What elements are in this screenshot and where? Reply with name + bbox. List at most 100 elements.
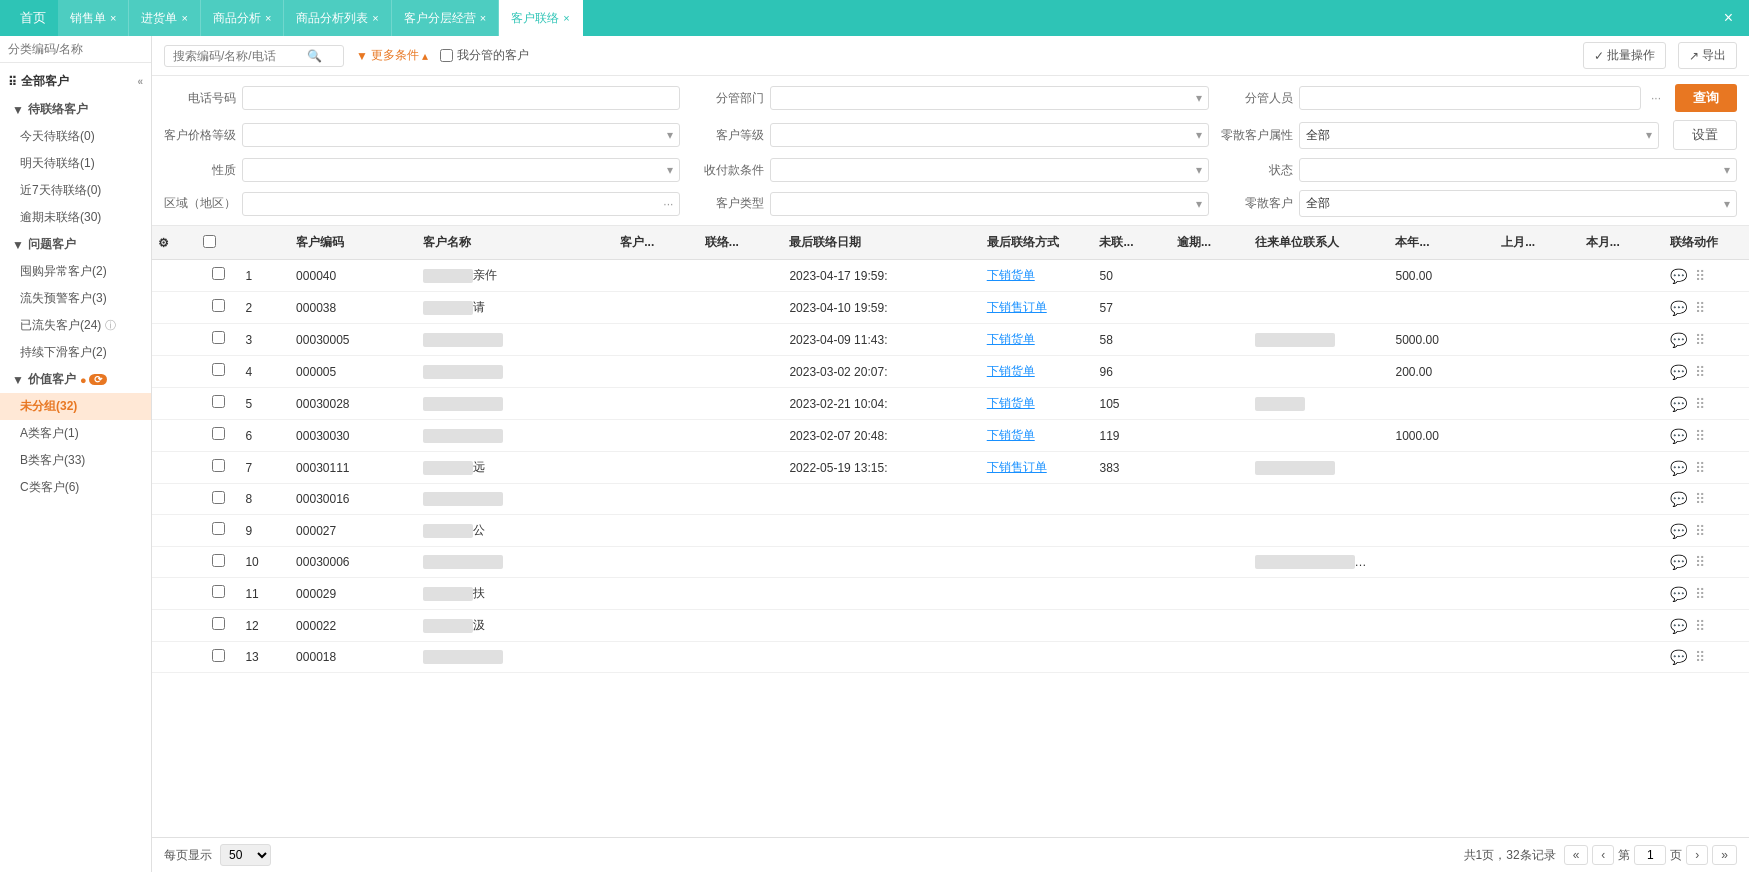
dots-icon[interactable]: ··· — [1651, 91, 1661, 105]
nav-tab-sales[interactable]: 销售单 × — [58, 0, 129, 36]
chat-icon[interactable]: 💬 — [1670, 618, 1687, 634]
collapse-icon[interactable]: « — [137, 76, 143, 87]
region-select[interactable]: ··· — [242, 192, 680, 216]
row-checkbox[interactable] — [197, 420, 239, 447]
nav-tab-customer-contact[interactable]: 客户联络 × — [499, 0, 582, 36]
next-page-button[interactable]: › — [1686, 845, 1708, 865]
chat-icon[interactable]: 💬 — [1670, 586, 1687, 602]
row-checkbox[interactable] — [197, 547, 239, 574]
chat-icon[interactable]: 💬 — [1670, 428, 1687, 444]
nav-home[interactable]: 首页 — [8, 0, 58, 36]
nav-tab-close[interactable]: × — [181, 12, 187, 24]
th-last-contact-date[interactable]: 最后联络日期 — [783, 226, 980, 260]
row-checkbox[interactable] — [197, 515, 239, 542]
grid-icon[interactable]: ⠿ — [1695, 364, 1705, 380]
nav-tab-close[interactable]: × — [480, 12, 486, 24]
nav-tab-customer-tier[interactable]: 客户分层经营 × — [392, 0, 499, 36]
nav-tab-close[interactable]: × — [265, 12, 271, 24]
sidebar-item-today[interactable]: 今天待联络(0) — [0, 123, 151, 150]
row-contact-method-link[interactable]: 下销货单 — [987, 428, 1035, 442]
chat-icon[interactable]: 💬 — [1670, 364, 1687, 380]
my-customers-check[interactable] — [440, 49, 453, 62]
sidebar-group-problem[interactable]: ▼ 问题客户 — [0, 231, 151, 258]
price-level-select[interactable]: ▾ — [242, 123, 680, 147]
sidebar-group-value[interactable]: ▼ 价值客户 ● ⟳ — [0, 366, 151, 393]
grid-icon[interactable]: ⠿ — [1695, 396, 1705, 412]
status-select[interactable]: ▾ — [1299, 158, 1737, 182]
nav-tab-close[interactable]: × — [563, 12, 569, 24]
prev-page-button[interactable]: ‹ — [1592, 845, 1614, 865]
nav-tab-analysis[interactable]: 商品分析 × — [201, 0, 284, 36]
sidebar-item-churned[interactable]: 已流失客户(24) ⓘ — [0, 312, 151, 339]
th-contact[interactable]: 联络... — [699, 226, 784, 260]
th-gear[interactable]: ⚙ — [152, 226, 197, 260]
row-checkbox[interactable] — [197, 610, 239, 637]
per-page-select[interactable]: 50 20 100 — [220, 844, 271, 866]
more-filters-button[interactable]: ▼ 更多条件 ▴ — [356, 47, 428, 64]
row-checkbox[interactable] — [197, 452, 239, 479]
payment-select[interactable]: ▾ — [770, 158, 1208, 182]
sidebar-item-churn-warn[interactable]: 流失预警客户(3) — [0, 285, 151, 312]
sidebar-item-c-class[interactable]: C类客户(6) — [0, 474, 151, 501]
th-checkbox[interactable] — [197, 226, 239, 260]
row-contact-method-link[interactable]: 下销售订单 — [987, 300, 1047, 314]
grid-icon[interactable]: ⠿ — [1695, 491, 1705, 507]
search-icon[interactable]: 🔍 — [307, 49, 322, 63]
row-contact-method-link[interactable]: 下销货单 — [987, 364, 1035, 378]
dept-select[interactable]: ▾ — [770, 86, 1208, 110]
sidebar-item-a-class[interactable]: A类客户(1) — [0, 420, 151, 447]
sidebar-item-b-class[interactable]: B类客户(33) — [0, 447, 151, 474]
sidebar-all-customers[interactable]: ⠿ 全部客户 « — [0, 67, 151, 96]
th-no-contact[interactable]: 未联... — [1093, 226, 1171, 260]
phone-input[interactable] — [242, 86, 680, 110]
row-checkbox[interactable] — [197, 324, 239, 351]
chat-icon[interactable]: 💬 — [1670, 460, 1687, 476]
row-checkbox[interactable] — [197, 356, 239, 383]
export-button[interactable]: ↗ 导出 — [1678, 42, 1737, 69]
sidebar-item-tomorrow[interactable]: 明天待联络(1) — [0, 150, 151, 177]
chat-icon[interactable]: 💬 — [1670, 332, 1687, 348]
chat-icon[interactable]: 💬 — [1670, 396, 1687, 412]
row-checkbox[interactable] — [197, 292, 239, 319]
chat-icon[interactable]: 💬 — [1670, 649, 1687, 665]
nav-tab-analysis-list[interactable]: 商品分析列表 × — [284, 0, 391, 36]
row-contact-method-link[interactable]: 下销货单 — [987, 396, 1035, 410]
nav-tab-purchase[interactable]: 进货单 × — [129, 0, 200, 36]
grid-icon[interactable]: ⠿ — [1695, 268, 1705, 284]
chat-icon[interactable]: 💬 — [1670, 554, 1687, 570]
reset-button[interactable]: 设置 — [1673, 120, 1737, 150]
chat-icon[interactable]: 💬 — [1670, 268, 1687, 284]
retail-select[interactable]: 全部 ▾ — [1299, 190, 1737, 217]
row-checkbox[interactable] — [197, 642, 239, 669]
grid-icon[interactable]: ⠿ — [1695, 554, 1705, 570]
row-checkbox[interactable] — [197, 484, 239, 511]
first-page-button[interactable]: « — [1564, 845, 1589, 865]
grid-icon[interactable]: ⠿ — [1695, 523, 1705, 539]
th-last-month[interactable]: 上月... — [1495, 226, 1580, 260]
sidebar-search-input[interactable] — [8, 42, 152, 56]
row-checkbox[interactable] — [197, 388, 239, 415]
grid-icon[interactable]: ⠿ — [1695, 460, 1705, 476]
row-contact-method-link[interactable]: 下销货单 — [987, 332, 1035, 346]
sidebar-item-declining[interactable]: 持续下滑客户(2) — [0, 339, 151, 366]
grid-icon[interactable]: ⠿ — [1695, 586, 1705, 602]
th-last-contact-method[interactable]: 最后联络方式 — [981, 226, 1094, 260]
th-this-year[interactable]: 本年... — [1389, 226, 1495, 260]
th-overdue[interactable]: 逾期... — [1171, 226, 1249, 260]
nav-tab-close[interactable]: × — [372, 12, 378, 24]
sidebar-item-7days[interactable]: 近7天待联络(0) — [0, 177, 151, 204]
chat-icon[interactable]: 💬 — [1670, 491, 1687, 507]
sidebar-group-pending[interactable]: ▼ 待联络客户 — [0, 96, 151, 123]
nature-select[interactable]: ▾ — [242, 158, 680, 182]
last-page-button[interactable]: » — [1712, 845, 1737, 865]
row-checkbox[interactable] — [197, 260, 239, 287]
window-close-button[interactable]: × — [1716, 9, 1741, 27]
th-this-month[interactable]: 本月... — [1580, 226, 1665, 260]
row-contact-method-link[interactable]: 下销售订单 — [987, 460, 1047, 474]
th-code[interactable]: 客户编码 — [290, 226, 417, 260]
row-checkbox[interactable] — [197, 578, 239, 605]
cust-level-select[interactable]: ▾ — [770, 123, 1208, 147]
th-partner[interactable]: 往来单位联系人 — [1249, 226, 1390, 260]
retail-attr-select[interactable]: 全部 ▾ — [1299, 122, 1659, 149]
query-button[interactable]: 查询 — [1675, 84, 1737, 112]
